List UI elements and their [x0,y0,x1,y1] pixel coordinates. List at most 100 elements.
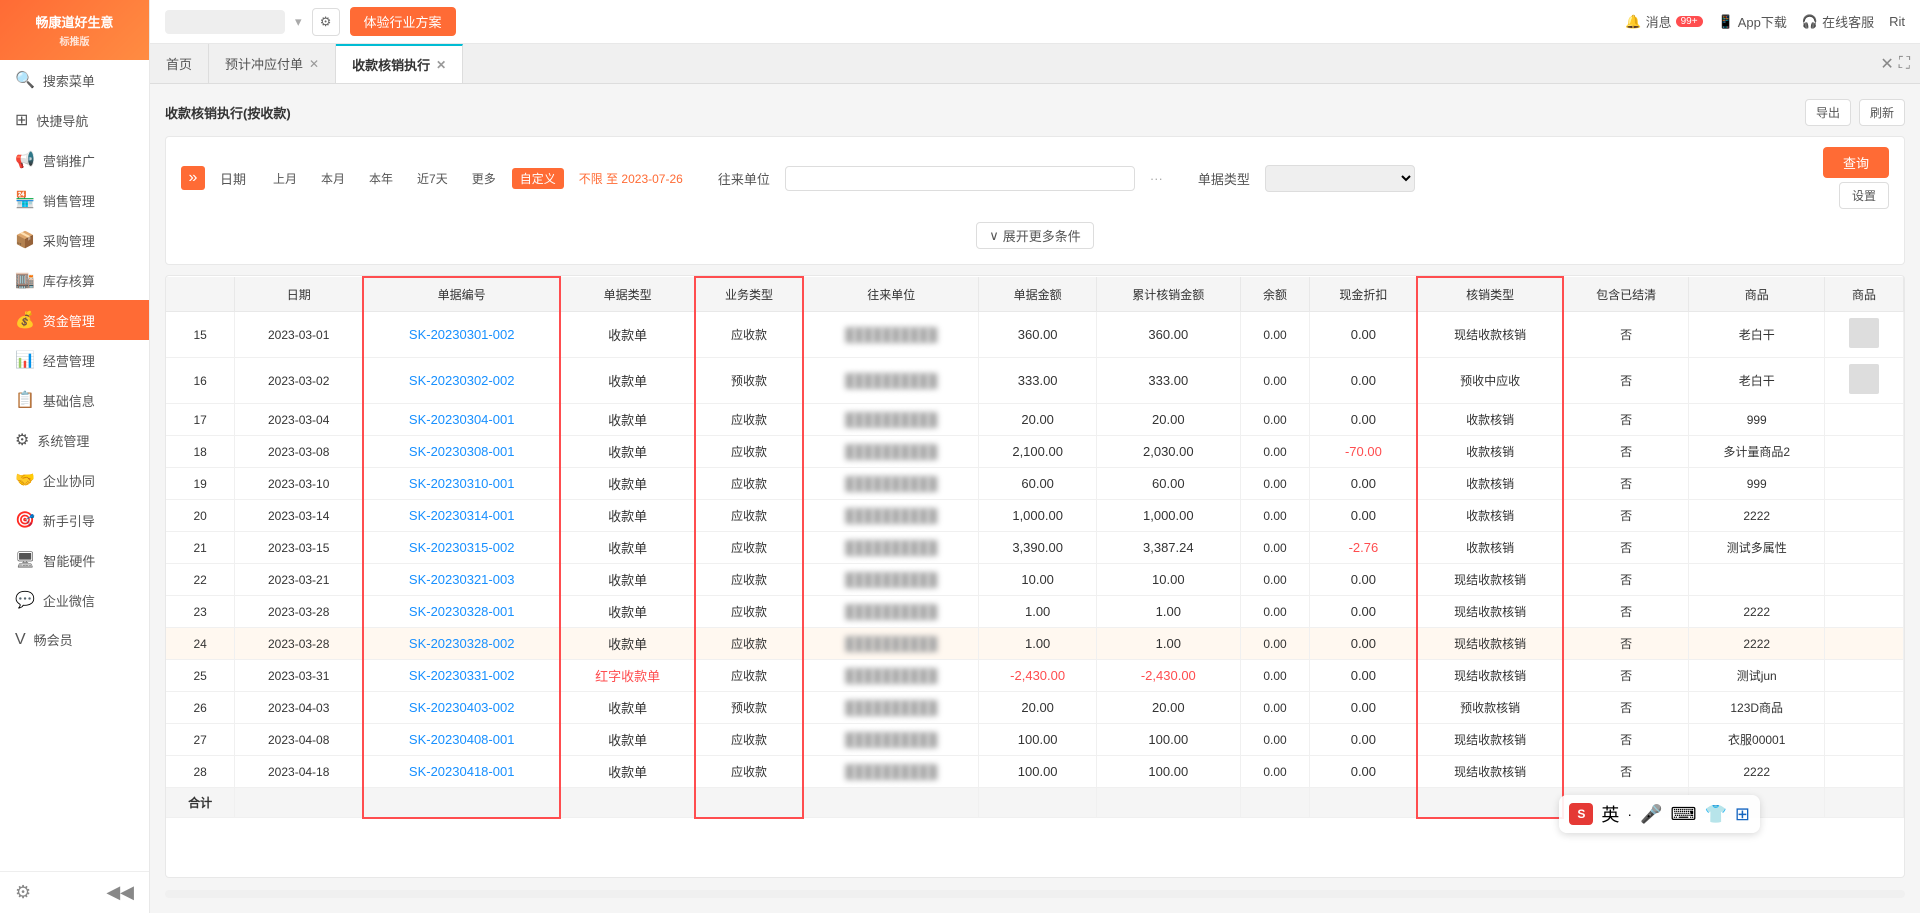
cell-12: 2222 [1689,628,1825,660]
doc-link[interactable]: SK-20230331-002 [409,668,515,683]
table-row[interactable]: 162023-03-02SK-20230302-002收款单预收款███████… [166,358,1904,404]
footer-label: 合计 [166,788,235,818]
table-row[interactable]: 202023-03-14SK-20230314-001收款单应收款███████… [166,500,1904,532]
sidebar-item-基础信息[interactable]: 📋基础信息 [0,380,149,420]
doc-link[interactable]: SK-20230302-002 [409,373,515,388]
filter-toggle-icon[interactable]: » [181,166,205,190]
export-button[interactable]: 导出 [1805,99,1851,126]
table-row[interactable]: 192023-03-10SK-20230310-001收款单应收款███████… [166,468,1904,500]
doc-link[interactable]: SK-20230315-002 [409,540,515,555]
voucher-type-select[interactable] [1265,165,1415,192]
doc-link[interactable]: SK-20230403-002 [409,700,515,715]
more-options-dots[interactable]: ··· [1150,171,1163,186]
sidebar-item-智能硬件[interactable]: 🖥智能硬件 [0,540,149,580]
doc-link[interactable]: SK-20230310-001 [409,476,515,491]
sidebar-item-销售管理[interactable]: 🏪销售管理 [0,180,149,220]
sidebar-item-库存核算[interactable]: 🏬库存核算 [0,260,149,300]
cell-10: 现结收款核销 [1417,312,1562,358]
cell-0: 26 [166,692,235,724]
refresh-button[interactable]: 刷新 [1859,99,1905,126]
collapse-icon[interactable]: ◀◀ [106,882,134,903]
doc-link[interactable]: SK-20230418-001 [409,764,515,779]
sidebar-item-企业微信[interactable]: 💬企业微信 [0,580,149,620]
table-row[interactable]: 212023-03-15SK-20230315-002收款单应收款███████… [166,532,1904,564]
settings-gear-icon[interactable]: ⚙ [312,8,340,36]
app-download-link[interactable]: 📱 App下载 [1718,12,1787,31]
table-row[interactable]: 152023-03-01SK-20230301-002收款单应收款███████… [166,312,1904,358]
date-cur-month[interactable]: 本月 [313,168,353,189]
setting-button[interactable]: 设置 [1839,182,1889,209]
cell-11: 否 [1563,312,1689,358]
doc-link[interactable]: SK-20230408-001 [409,732,515,747]
sidebar-item-企业协同[interactable]: 🤝企业协同 [0,460,149,500]
sidebar-item-畅会员[interactable]: V畅会员 [0,620,149,659]
date-custom[interactable]: 自定义 [512,168,564,189]
messages-button[interactable]: 🔔 消息 99+ [1625,12,1702,31]
query-button[interactable]: 查询 [1823,147,1889,178]
cell-1: 2023-03-15 [235,532,363,564]
date-cur-year[interactable]: 本年 [361,168,401,189]
expand-conditions-btn[interactable]: ∨ 展开更多条件 [976,222,1094,249]
partner-input[interactable] [785,166,1135,191]
sidebar-item-营销推广[interactable]: 📢营销推广 [0,140,149,180]
sidebar-item-快捷导航[interactable]: ⊞快捷导航 [0,100,149,140]
messages-label: 消息 [1646,12,1672,31]
table-row[interactable]: 232023-03-28SK-20230328-001收款单应收款███████… [166,596,1904,628]
tab-home[interactable]: 首页 [150,44,209,83]
page-actions: 导出 刷新 [1805,99,1905,126]
dot-icon[interactable]: · [1627,806,1632,822]
app-logo: 畅康道好生意 标推版 [0,0,149,60]
doc-link[interactable]: SK-20230304-001 [409,412,515,427]
user-info[interactable]: Rit [1889,14,1905,29]
doc-link[interactable]: SK-20230328-002 [409,636,515,651]
solution-button[interactable]: 体验行业方案 [350,7,456,36]
cell-10: 现结收款核销 [1417,756,1562,788]
col-header-1: 日期 [235,277,363,312]
table-row[interactable]: 272023-04-08SK-20230408-001收款单应收款███████… [166,724,1904,756]
cell-11: 否 [1563,500,1689,532]
cell-5: ██████████ [803,756,979,788]
keyboard-icon[interactable]: ⌨ [1671,804,1697,825]
sidebar-item-系统管理[interactable]: ⚙系统管理 [0,420,149,460]
table-row[interactable]: 172023-03-04SK-20230304-001收款单应收款███████… [166,404,1904,436]
cell-8: 0.00 [1240,468,1310,500]
sidebar-icon: 💬 [15,590,35,610]
cell-9: 0.00 [1310,756,1418,788]
doc-link[interactable]: SK-20230301-002 [409,327,515,342]
online-service-link[interactable]: 🎧 在线客服 [1802,12,1874,31]
sidebar-item-资金管理[interactable]: 💰资金管理 [0,300,149,340]
sidebar-item-新手引导[interactable]: 🎯新手引导 [0,500,149,540]
english-icon[interactable]: 英 [1601,801,1619,827]
mic-icon[interactable]: 🎤 [1640,804,1662,825]
table-row[interactable]: 182023-03-08SK-20230308-001收款单应收款███████… [166,436,1904,468]
horizontal-scrollbar[interactable] [165,890,1905,898]
partner-label: 往来单位 [718,169,770,188]
sidebar-item-经营管理[interactable]: 📊经营管理 [0,340,149,380]
table-row[interactable]: 222023-03-21SK-20230321-003收款单应收款███████… [166,564,1904,596]
tab-collection[interactable]: 收款核销执行 ✕ [336,44,463,83]
cell-11: 否 [1563,724,1689,756]
tab-prepay[interactable]: 预计冲应付单 ✕ [209,44,336,83]
close-tab-icon[interactable]: ✕ [1880,54,1893,74]
tab-collection-close[interactable]: ✕ [436,58,446,72]
tab-prepay-close[interactable]: ✕ [309,57,319,71]
expand-tab-icon[interactable]: ⛶ [1899,55,1910,73]
sidebar-item-采购管理[interactable]: 📦采购管理 [0,220,149,260]
grid-icon[interactable]: ⊞ [1735,804,1750,825]
table-row[interactable]: 252023-03-31SK-20230331-002红字收款单应收款█████… [166,660,1904,692]
cell-6: 333.00 [979,358,1096,404]
table-row[interactable]: 242023-03-28SK-20230328-002收款单应收款███████… [166,628,1904,660]
doc-link[interactable]: SK-20230308-001 [409,444,515,459]
sidebar-item-搜索菜单[interactable]: 🔍搜索菜单 [0,60,149,100]
settings-icon[interactable]: ⚙ [15,882,31,903]
shirt-icon[interactable]: 👕 [1704,804,1726,825]
doc-link[interactable]: SK-20230314-001 [409,508,515,523]
date-prev-month[interactable]: 上月 [265,168,305,189]
table-row[interactable]: 282023-04-18SK-20230418-001收款单应收款███████… [166,756,1904,788]
cell-8: 0.00 [1240,628,1310,660]
date-more[interactable]: 更多 [464,168,504,189]
table-row[interactable]: 262023-04-03SK-20230403-002收款单预收款███████… [166,692,1904,724]
date-7days[interactable]: 近7天 [409,168,456,189]
doc-link[interactable]: SK-20230328-001 [409,604,515,619]
doc-link[interactable]: SK-20230321-003 [409,572,515,587]
